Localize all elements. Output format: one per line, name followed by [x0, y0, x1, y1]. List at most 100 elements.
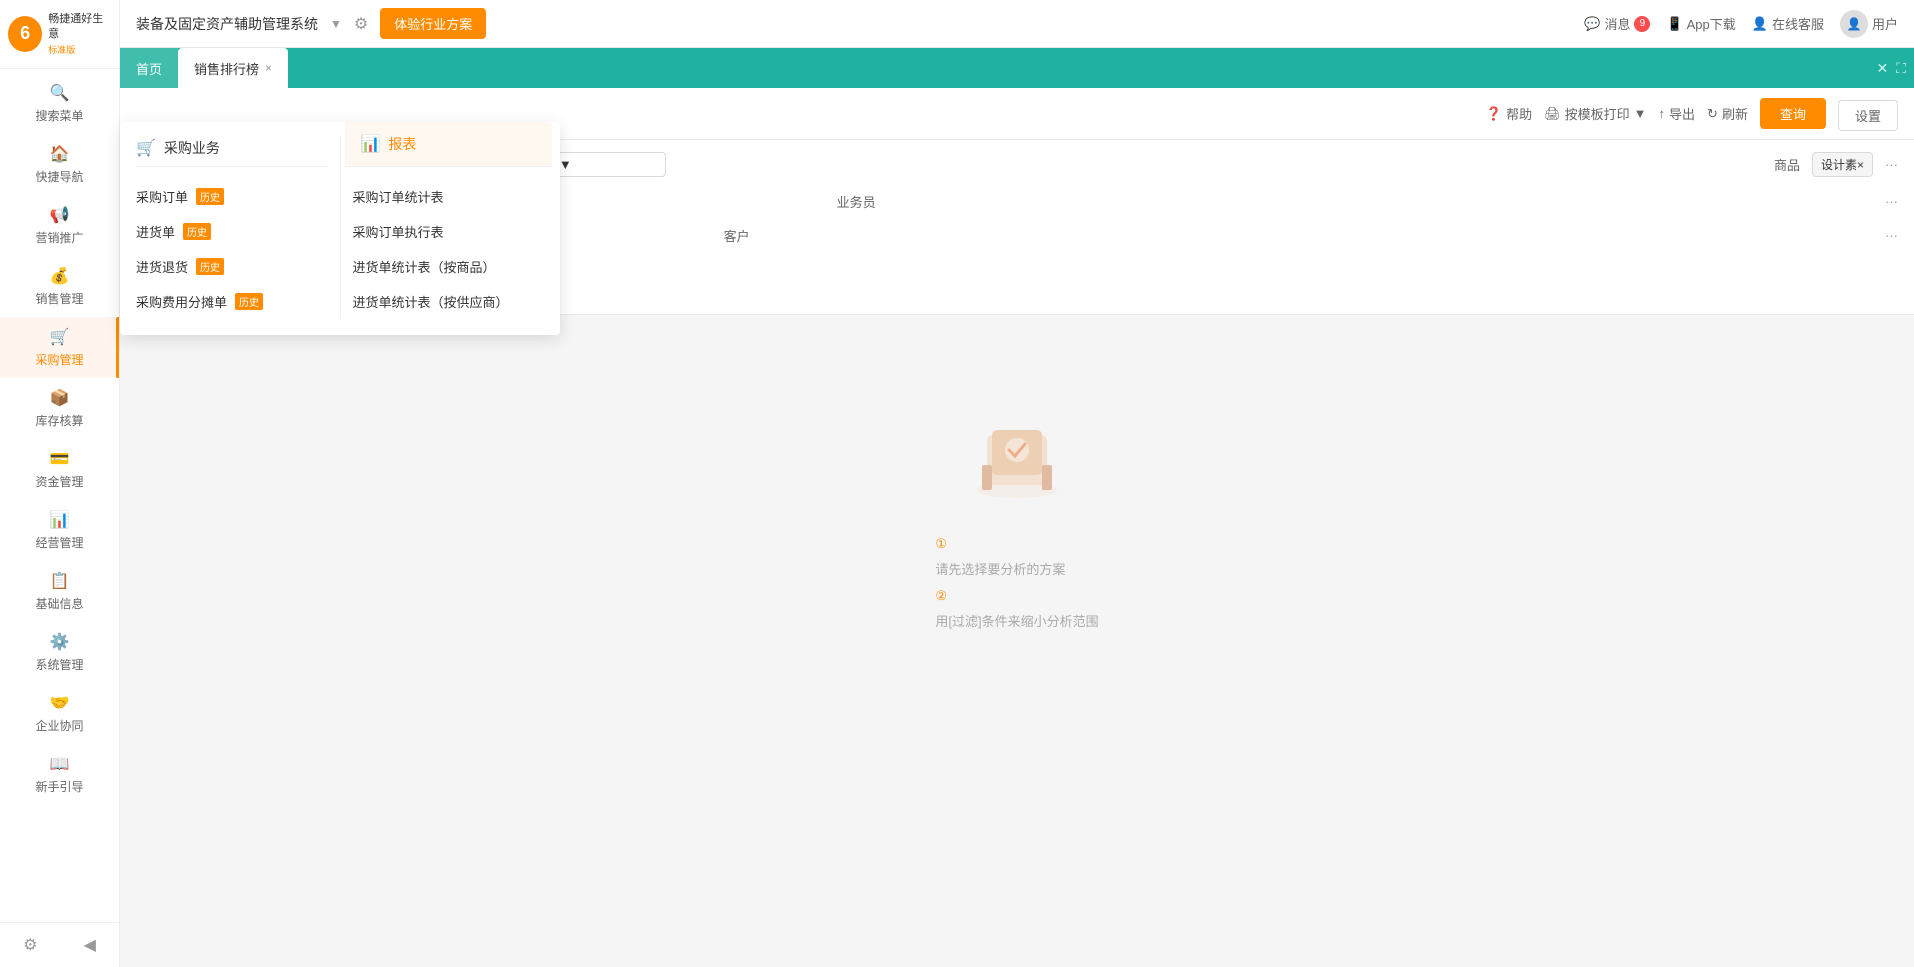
purchase-order-history[interactable]: 历史 [196, 188, 224, 205]
goods-receipt-by-supplier-item[interactable]: 进货单统计表（按供应商） [353, 284, 545, 319]
sidebar-item-sales[interactable]: 💰 销售管理 [0, 256, 119, 317]
purchase-ops-header: 🛒 采购业务 [136, 138, 328, 167]
empty-tip2: ② 用[过滤]条件来缩小分析范围 [935, 583, 1098, 635]
logo-badge: 标准版 [48, 43, 111, 56]
sidebar-item-inventory[interactable]: 📦 库存核算 [0, 378, 119, 439]
sidebar-item-quick-nav[interactable]: 🏠 快捷导航 [0, 134, 119, 195]
sidebar-item-operations[interactable]: 📊 经营管理 [0, 500, 119, 561]
refresh-btn[interactable]: ↻ 刷新 [1707, 104, 1748, 123]
purchase-cost-history[interactable]: 历史 [235, 293, 263, 310]
goods-return-history[interactable]: 历史 [196, 258, 224, 275]
settings-btn[interactable]: 设置 [1838, 100, 1898, 131]
tabbar: 首页 销售排行榜 × ✕ ⛶ [120, 48, 1914, 88]
quick-nav-icon: 🏠 [50, 144, 70, 164]
search-label: 搜索菜单 [35, 107, 83, 124]
online-service-label: 在线客服 [1772, 14, 1824, 33]
help-label: 帮助 [1506, 104, 1532, 123]
goods-receipt-history[interactable]: 历史 [183, 223, 211, 240]
beginner-label: 新手引导 [35, 778, 83, 795]
collapse-sidebar-icon[interactable]: ◀ [84, 935, 96, 955]
purchase-order-item[interactable]: 采购订单 历史 [136, 179, 328, 214]
inventory-icon: 📦 [50, 388, 70, 408]
empty-state: ① 请先选择要分析的方案 ② 用[过滤]条件来缩小分析范围 [120, 315, 1914, 715]
tab-home-label: 首页 [136, 59, 162, 78]
inventory-label: 库存核算 [35, 412, 83, 429]
industry-btn[interactable]: 体验行业方案 [380, 8, 486, 39]
topbar: 装备及固定资产辅助管理系统 ▼ ⚙ 体验行业方案 💬 消息 9 📱 App下载 … [120, 0, 1914, 48]
sidebar-item-system[interactable]: ⚙️ 系统管理 [0, 622, 119, 683]
message-item[interactable]: 💬 消息 9 [1584, 14, 1650, 33]
user-item[interactable]: 👤 用户 [1840, 10, 1898, 38]
export-icon: ↑ [1659, 106, 1666, 121]
goods-return-item[interactable]: 进货退货 历史 [136, 249, 328, 284]
purchase-cost-item[interactable]: 采购费用分摊单 历史 [136, 284, 328, 319]
enterprise-label: 企业协同 [35, 717, 83, 734]
quick-nav-label: 快捷导航 [35, 168, 83, 185]
customer-more-dots[interactable]: ··· [1885, 228, 1898, 243]
app-download-label: App下载 [1687, 14, 1736, 33]
purchase-icon: 🛒 [50, 327, 70, 347]
refresh-label: 刷新 [1722, 104, 1748, 123]
query-btn[interactable]: 查询 [1760, 98, 1826, 129]
purchase-cost-label: 采购费用分摊单 [136, 292, 227, 311]
online-service-item[interactable]: 👤 在线客服 [1752, 14, 1824, 33]
sidebar-item-finance[interactable]: 💳 资金管理 [0, 439, 119, 500]
tab-home[interactable]: 首页 [120, 48, 178, 88]
sidebar-item-beginner[interactable]: 📖 新手引导 [0, 744, 119, 805]
finance-label: 资金管理 [35, 473, 83, 490]
system-settings-icon[interactable]: ⚙ [354, 14, 368, 34]
goods-more-dots[interactable]: ··· [1885, 157, 1898, 172]
app-download-item[interactable]: 📱 App下载 [1666, 14, 1735, 33]
finance-icon: 💳 [50, 449, 70, 469]
help-btn[interactable]: ❓ 帮助 [1486, 104, 1532, 123]
print-dropdown-icon[interactable]: ▼ [1634, 106, 1647, 121]
goods-receipt-item[interactable]: 进货单 历史 [136, 214, 328, 249]
purchase-order-exec-label: 采购订单执行表 [353, 222, 444, 241]
tabbar-right: ✕ ⛶ [1876, 60, 1914, 77]
export-label: 导出 [1669, 104, 1695, 123]
goods-return-label: 进货退货 [136, 257, 188, 276]
purchase-label: 采购管理 [35, 351, 83, 368]
basic-info-icon: 📋 [50, 571, 70, 591]
goods-label: 商品 [1774, 155, 1800, 174]
tab-close-icon[interactable]: × [265, 61, 272, 75]
purchase-order-stats-item[interactable]: 采购订单统计表 [353, 179, 545, 214]
goods-receipt-by-product-item[interactable]: 进货单统计表（按商品） [353, 249, 545, 284]
salesperson-label: 业务员 [837, 192, 876, 211]
settings-footer-icon[interactable]: ⚙ [23, 935, 37, 955]
beginner-icon: 📖 [50, 754, 70, 774]
tab-sales-rank[interactable]: 销售排行榜 × [178, 48, 288, 88]
user-label: 用户 [1872, 14, 1898, 33]
logo-text: 畅捷通好生意 标准版 [48, 12, 111, 56]
tab-fullscreen-icon[interactable]: ⛶ [1896, 60, 1906, 77]
menu-divider [340, 138, 341, 319]
logo-name: 畅捷通好生意 [48, 12, 111, 43]
sidebar-item-enterprise[interactable]: 🤝 企业协同 [0, 683, 119, 744]
title-dropdown-icon[interactable]: ▼ [330, 17, 342, 31]
sidebar-item-purchase[interactable]: 🛒 采购管理 [0, 317, 119, 378]
tab-close-window-icon[interactable]: ✕ [1876, 60, 1888, 77]
report-col: 📊 报表 采购订单统计表 采购订单执行表 进货单统计表（按商品） 进货单统计表（… [353, 138, 545, 319]
goods-tag-value: 设计素× [1821, 156, 1864, 173]
logo-area: 6 畅捷通好生意 标准版 [0, 0, 119, 69]
message-label: 消息 [1604, 14, 1630, 33]
export-btn[interactable]: ↑ 导出 [1659, 104, 1696, 123]
user-avatar: 👤 [1840, 10, 1868, 38]
goods-receipt-by-product-label: 进货单统计表（按商品） [353, 257, 496, 276]
sales-icon: 💰 [50, 266, 70, 286]
report-header: 📊 报表 [345, 122, 553, 167]
sidebar-menu: 🔍 搜索菜单 🏠 快捷导航 📢 营销推广 💰 销售管理 🛒 采购管理 📦 库存核… [0, 69, 119, 922]
sidebar-item-search[interactable]: 🔍 搜索菜单 [0, 73, 119, 134]
empty-text: ① 请先选择要分析的方案 ② 用[过滤]条件来缩小分析范围 [935, 531, 1098, 635]
purchase-order-exec-item[interactable]: 采购订单执行表 [353, 214, 545, 249]
sidebar-footer: ⚙ ◀ [0, 922, 119, 967]
enterprise-icon: 🤝 [50, 693, 70, 713]
tab-sales-rank-label: 销售排行榜 [194, 59, 259, 78]
voucher-status-select[interactable]: ▼ [546, 152, 666, 177]
print-btn[interactable]: 🖨 按模板打印 ▼ [1544, 104, 1646, 123]
salesperson-more-dots[interactable]: ··· [1885, 194, 1898, 209]
sidebar-item-marketing[interactable]: 📢 营销推广 [0, 195, 119, 256]
logo-icon: 6 [8, 16, 42, 52]
marketing-icon: 📢 [50, 205, 70, 225]
sidebar-item-basic-info[interactable]: 📋 基础信息 [0, 561, 119, 622]
